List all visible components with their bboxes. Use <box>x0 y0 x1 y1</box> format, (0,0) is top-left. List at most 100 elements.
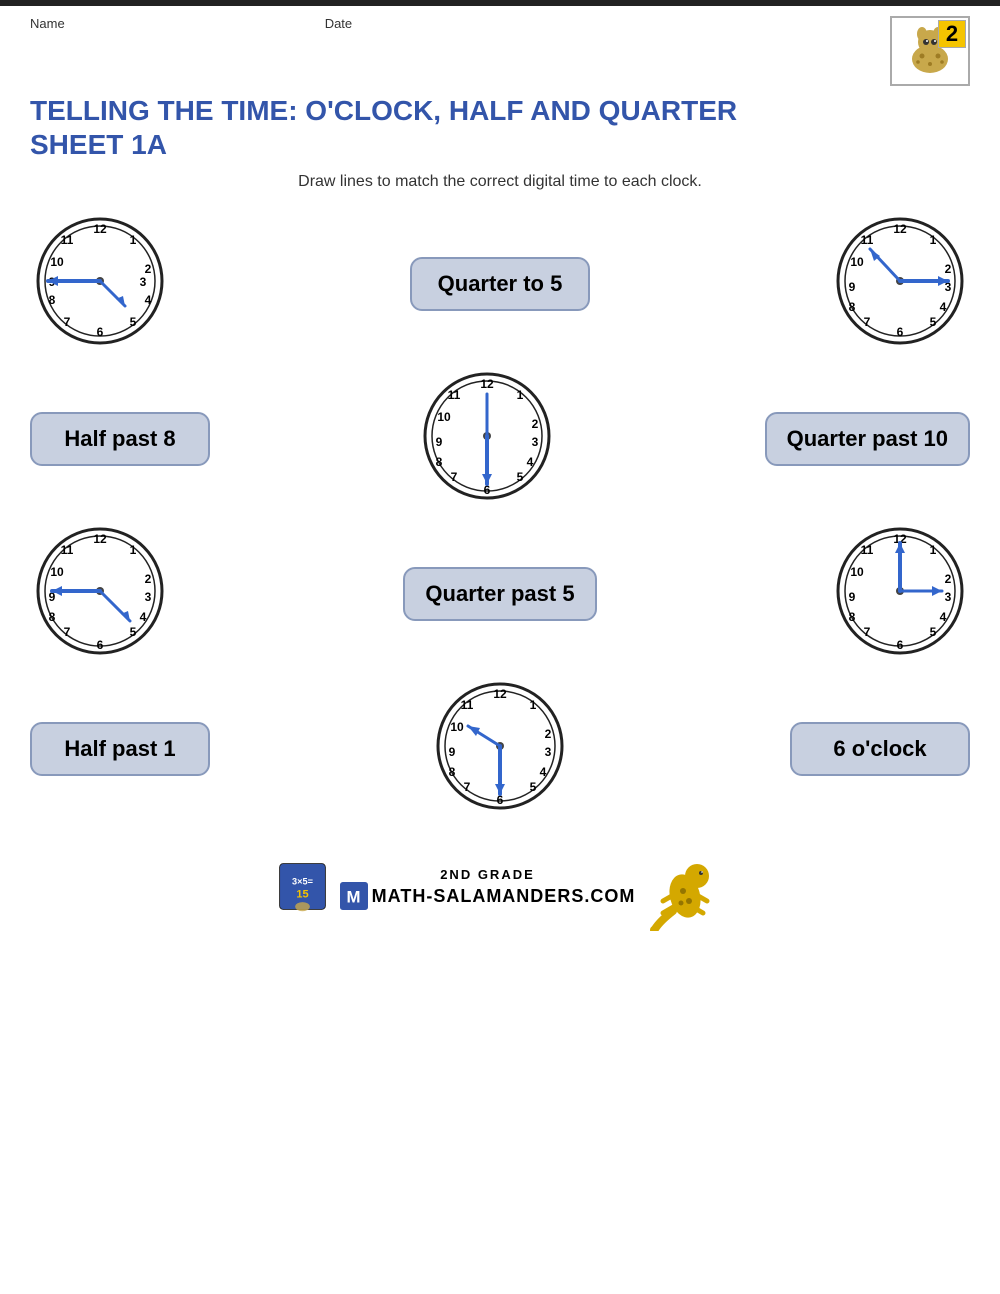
svg-text:9: 9 <box>449 745 456 759</box>
svg-text:10: 10 <box>850 565 864 579</box>
svg-text:3×5=: 3×5= <box>292 876 313 886</box>
svg-text:1: 1 <box>530 698 537 712</box>
svg-text:2: 2 <box>945 262 952 276</box>
clock-2: 12 1 2 3 4 5 6 7 8 9 10 11 <box>830 211 970 356</box>
svg-text:1: 1 <box>130 233 137 247</box>
svg-text:11: 11 <box>61 233 74 247</box>
svg-text:1: 1 <box>130 543 137 557</box>
footer-salamander <box>645 841 725 936</box>
svg-text:2: 2 <box>945 572 952 586</box>
svg-text:2: 2 <box>145 572 152 586</box>
svg-text:7: 7 <box>864 315 871 329</box>
logo-box: 2 <box>890 16 970 86</box>
svg-text:2: 2 <box>532 417 539 431</box>
svg-text:7: 7 <box>451 470 458 484</box>
svg-text:11: 11 <box>61 543 74 557</box>
svg-text:1: 1 <box>930 233 937 247</box>
svg-text:3: 3 <box>945 590 952 604</box>
svg-text:4: 4 <box>540 765 547 779</box>
footer: 3×5= 15 2ND GRADE M MATH-SALAMANDERS.COM <box>30 841 970 956</box>
svg-text:7: 7 <box>464 780 471 794</box>
svg-text:4: 4 <box>940 610 947 624</box>
svg-text:M: M <box>346 888 361 907</box>
svg-text:15: 15 <box>296 888 308 900</box>
svg-text:5: 5 <box>517 470 524 484</box>
row-4: Half past 1 12 1 2 3 4 5 6 7 8 9 10 <box>30 676 970 821</box>
clock-2-svg: 12 1 2 3 4 5 6 7 8 9 10 11 <box>830 211 970 351</box>
label-half-past-1: Half past 1 <box>30 722 210 776</box>
svg-text:7: 7 <box>64 315 71 329</box>
svg-text:1: 1 <box>517 388 524 402</box>
svg-text:12: 12 <box>93 532 107 546</box>
header-row: Name Date 2 <box>0 6 1000 86</box>
svg-text:11: 11 <box>461 698 474 712</box>
svg-text:7: 7 <box>864 625 871 639</box>
worksheet: 12 1 2 3 4 5 6 7 8 9 10 11 <box>30 211 970 956</box>
svg-text:5: 5 <box>130 315 137 329</box>
svg-text:8: 8 <box>849 610 856 624</box>
svg-text:6: 6 <box>897 325 904 339</box>
svg-text:4: 4 <box>145 293 152 307</box>
clock-4: 12 1 2 3 4 5 6 7 8 9 10 11 <box>30 521 170 666</box>
svg-text:10: 10 <box>438 410 452 424</box>
svg-text:5: 5 <box>930 625 937 639</box>
clock-6: 12 1 2 3 4 5 6 7 8 9 10 11 <box>430 676 570 821</box>
date-label: Date <box>325 16 352 31</box>
svg-text:6: 6 <box>897 638 904 652</box>
svg-text:8: 8 <box>449 765 456 779</box>
svg-text:12: 12 <box>93 222 107 236</box>
svg-text:10: 10 <box>450 720 464 734</box>
clock-4-svg: 12 1 2 3 4 5 6 7 8 9 10 11 <box>30 521 170 661</box>
footer-site: M MATH-SALAMANDERS.COM <box>340 882 636 910</box>
svg-text:7: 7 <box>64 625 71 639</box>
salamander-icon <box>645 841 725 931</box>
svg-text:2: 2 <box>145 262 152 276</box>
svg-text:4: 4 <box>940 300 947 314</box>
svg-text:8: 8 <box>849 300 856 314</box>
svg-text:3: 3 <box>145 590 152 604</box>
svg-text:12: 12 <box>481 377 495 391</box>
content-area: 12 1 2 3 4 5 6 7 8 9 10 11 <box>0 191 1000 966</box>
svg-text:5: 5 <box>130 625 137 639</box>
svg-text:9: 9 <box>849 590 856 604</box>
footer-logo-icon: 3×5= 15 <box>275 859 330 914</box>
label-half-past-8: Half past 8 <box>30 412 210 466</box>
svg-text:4: 4 <box>140 610 147 624</box>
svg-text:10: 10 <box>50 255 64 269</box>
clock-3: 12 1 2 3 4 5 6 7 8 9 10 11 <box>417 366 557 511</box>
svg-text:4: 4 <box>527 455 534 469</box>
label-quarter-past-10: Quarter past 10 <box>765 412 970 466</box>
clock-5-svg: 12 1 2 3 4 5 6 7 8 9 10 11 <box>830 521 970 661</box>
row-2: Half past 8 12 1 2 3 4 5 6 7 8 9 10 <box>30 366 970 511</box>
footer-text-block: 2ND GRADE M MATH-SALAMANDERS.COM <box>340 867 636 910</box>
svg-text:8: 8 <box>49 293 56 307</box>
label-quarter-to-5: Quarter to 5 <box>410 257 590 311</box>
svg-text:3: 3 <box>545 745 552 759</box>
svg-text:11: 11 <box>861 233 874 247</box>
title-section: TELLING THE TIME: O'CLOCK, HALF AND QUAR… <box>0 86 1000 191</box>
svg-text:5: 5 <box>530 780 537 794</box>
svg-text:9: 9 <box>436 435 443 449</box>
svg-text:3: 3 <box>532 435 539 449</box>
clock-1-svg: 12 1 2 3 4 5 6 7 8 9 10 11 <box>30 211 170 351</box>
svg-text:12: 12 <box>893 222 907 236</box>
footer-grade: 2ND GRADE <box>340 867 636 882</box>
label-quarter-past-5: Quarter past 5 <box>403 567 596 621</box>
label-6-oclock: 6 o'clock <box>790 722 970 776</box>
instruction: Draw lines to match the correct digital … <box>30 173 970 191</box>
logo-number: 2 <box>938 20 966 48</box>
svg-text:10: 10 <box>850 255 864 269</box>
svg-text:5: 5 <box>930 315 937 329</box>
svg-text:8: 8 <box>436 455 443 469</box>
svg-text:12: 12 <box>493 687 507 701</box>
svg-text:1: 1 <box>930 543 937 557</box>
row-3: 12 1 2 3 4 5 6 7 8 9 10 11 <box>30 521 970 666</box>
svg-text:2: 2 <box>545 727 552 741</box>
svg-text:6: 6 <box>97 325 104 339</box>
name-label: Name <box>30 16 65 31</box>
clock-6-svg: 12 1 2 3 4 5 6 7 8 9 10 11 <box>430 676 570 816</box>
svg-text:6: 6 <box>97 638 104 652</box>
name-date: Name Date <box>30 16 352 31</box>
clock-1: 12 1 2 3 4 5 6 7 8 9 10 11 <box>30 211 170 356</box>
footer-m-icon: M <box>340 882 368 910</box>
